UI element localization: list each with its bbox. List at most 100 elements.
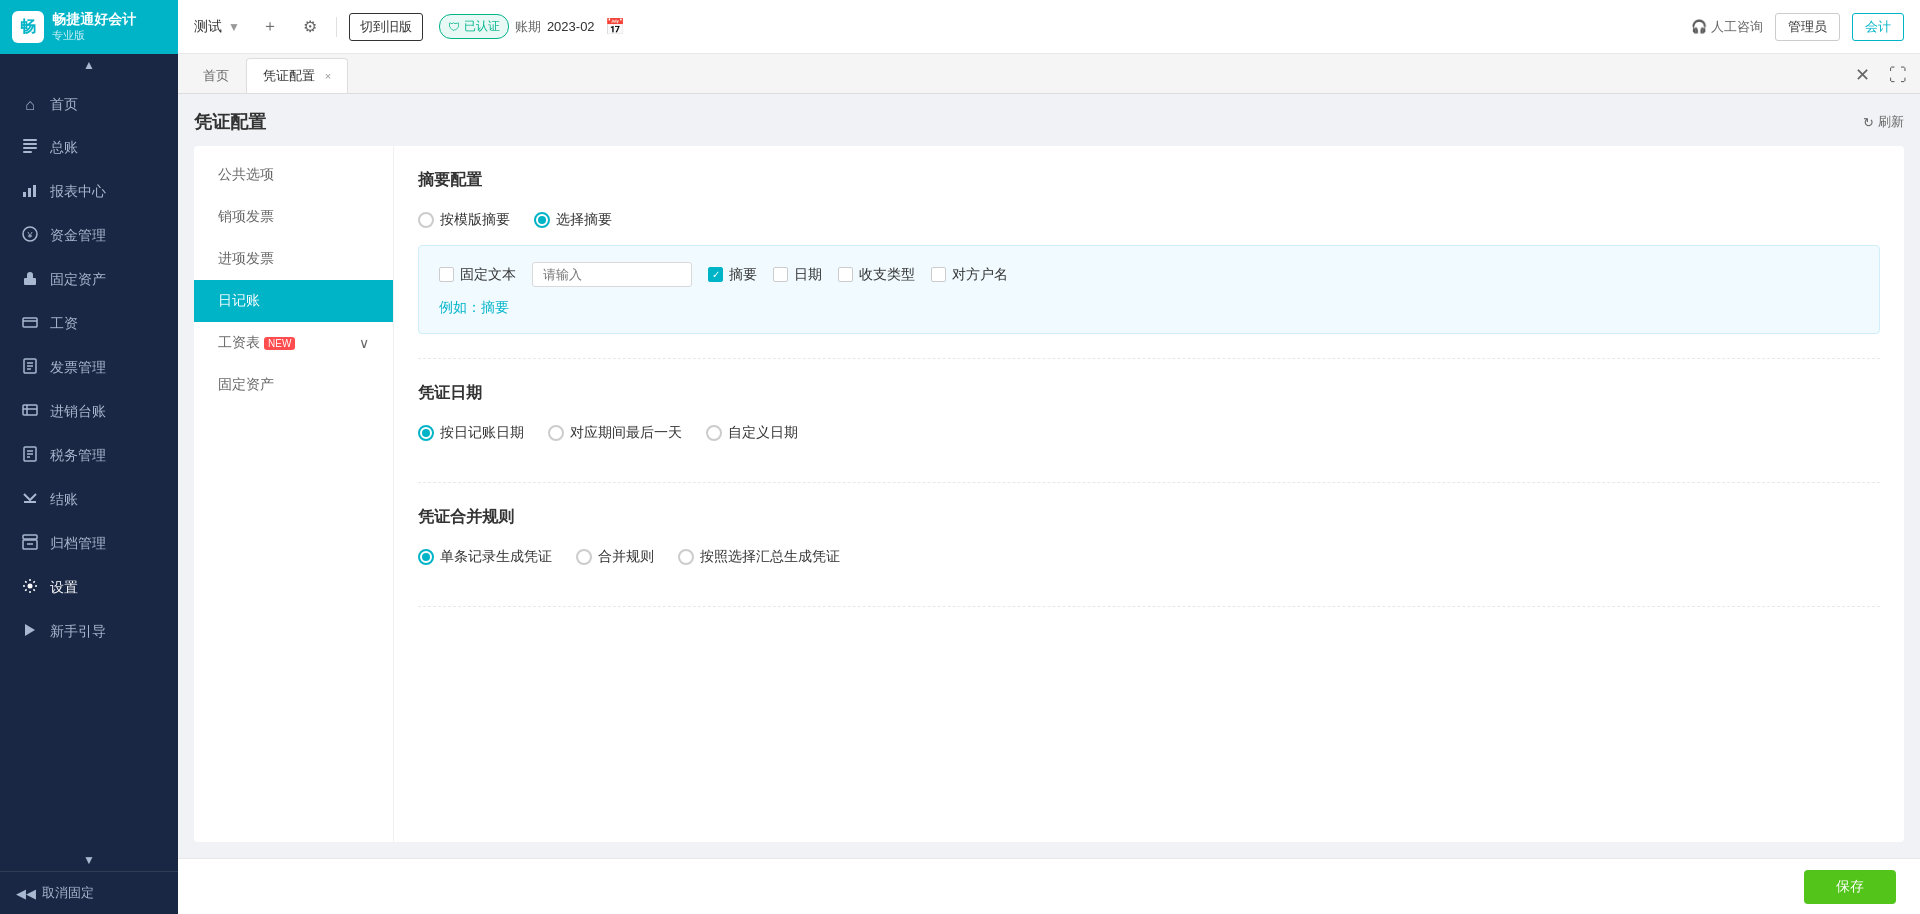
salary-icon: [20, 314, 40, 334]
sidebar-item-archive[interactable]: 归档管理: [0, 522, 178, 566]
left-nav-label-public: 公共选项: [218, 166, 274, 182]
refresh-label: 刷新: [1878, 113, 1904, 131]
sidebar-scroll-up[interactable]: ▲: [0, 54, 178, 76]
svg-rect-0: [23, 139, 37, 141]
tab-home[interactable]: 首页: [186, 58, 246, 93]
company-selector[interactable]: 测试 ▼: [194, 18, 240, 36]
radio-last-day[interactable]: 对应期间最后一天: [548, 424, 682, 442]
sidebar-item-report[interactable]: 报表中心: [0, 170, 178, 214]
radio-custom-date-circle: [706, 425, 722, 441]
newguide-icon: [20, 622, 40, 642]
tab-voucher-config[interactable]: 凭证配置 ×: [246, 58, 348, 93]
sidebar-item-purchasesales[interactable]: 进销台账: [0, 390, 178, 434]
svg-text:¥: ¥: [26, 230, 33, 240]
left-nav-label-fixedasset: 固定资产: [218, 376, 274, 392]
checkbox-summary[interactable]: ✓ 摘要: [708, 266, 757, 284]
topbar-divider-1: [336, 17, 337, 37]
topbar: 测试 ▼ ＋ ⚙ 切到旧版 🛡 已认证 账期 2023-02 📅 🎧 人工咨询 …: [178, 0, 1920, 54]
page-body: 公共选项 销项发票 进项发票 日记账 工资表NEW ∨: [194, 146, 1904, 842]
logo-text-block: 畅捷通好会计 专业版: [52, 11, 136, 43]
checkbox-counterparty-box: [931, 267, 946, 282]
left-nav-item-public[interactable]: 公共选项: [194, 154, 393, 196]
tab-close-icon[interactable]: ×: [325, 70, 331, 82]
sidebar-item-invoice[interactable]: 发票管理: [0, 346, 178, 390]
sidebar-item-ledger[interactable]: 总账: [0, 126, 178, 170]
merge-rules-radio-group: 单条记录生成凭证 合并规则 按照选择汇总生成凭证: [418, 548, 1880, 566]
sidebar-item-salary[interactable]: 工资: [0, 302, 178, 346]
left-nav-item-purchaseinvoice[interactable]: 进项发票: [194, 238, 393, 280]
checkbox-date-label: 日期: [794, 266, 822, 284]
admin-btn[interactable]: 管理员: [1775, 13, 1840, 41]
section-summary-config: 摘要配置 按模版摘要 选择摘要: [418, 170, 1880, 359]
switch-old-btn[interactable]: 切到旧版: [349, 13, 423, 41]
radio-by-diary-circle: [418, 425, 434, 441]
svg-rect-3: [23, 151, 32, 153]
checkbox-fixed-text[interactable]: 固定文本: [439, 266, 516, 284]
svg-rect-6: [33, 185, 36, 197]
accountant-btn[interactable]: 会计: [1852, 13, 1904, 41]
sidebar-item-fund[interactable]: ¥ 资金管理: [0, 214, 178, 258]
sidebar-item-newguide[interactable]: 新手引导: [0, 610, 178, 654]
sidebar-item-close[interactable]: 结账: [0, 478, 178, 522]
radio-by-diary-date[interactable]: 按日记账日期: [418, 424, 524, 442]
radio-aggregate-circle: [678, 549, 694, 565]
settings-btn[interactable]: ⚙: [296, 13, 324, 41]
radio-template-label: 按模版摘要: [440, 211, 510, 229]
sidebar-item-settings[interactable]: 设置: [0, 566, 178, 610]
fixed-text-input[interactable]: [532, 262, 692, 287]
checkbox-counterparty[interactable]: 对方户名: [931, 266, 1008, 284]
radio-merge-rule[interactable]: 合并规则: [576, 548, 654, 566]
logo-char: 畅: [20, 17, 36, 38]
add-btn[interactable]: ＋: [256, 13, 284, 41]
sidebar-item-label-fund: 资金管理: [50, 227, 106, 245]
checkbox-payment-type-box: [838, 267, 853, 282]
svg-rect-10: [23, 318, 37, 327]
left-nav-item-payroll[interactable]: 工资表NEW ∨: [194, 322, 393, 364]
sidebar-item-fixedasset[interactable]: 固定资产: [0, 258, 178, 302]
headset-icon: 🎧: [1691, 19, 1707, 34]
sidebar-scroll-down[interactable]: ▼: [0, 849, 178, 871]
refresh-btn[interactable]: ↻ 刷新: [1863, 113, 1904, 131]
sidebar-item-home[interactable]: ⌂ 首页: [0, 84, 178, 126]
radio-template-summary[interactable]: 按模版摘要: [418, 211, 510, 229]
topbar-right: 🎧 人工咨询 管理员 会计: [1691, 13, 1904, 41]
consult-label: 人工咨询: [1711, 18, 1763, 36]
sidebar-item-label-report: 报表中心: [50, 183, 106, 201]
report-icon: [20, 182, 40, 202]
tab-voucher-config-label: 凭证配置: [263, 68, 315, 83]
radio-aggregate[interactable]: 按照选择汇总生成凭证: [678, 548, 840, 566]
save-btn[interactable]: 保存: [1804, 870, 1896, 904]
checkbox-payment-type[interactable]: 收支类型: [838, 266, 915, 284]
left-nav-item-fixedasset[interactable]: 固定资产: [194, 364, 393, 406]
sidebar-item-tax[interactable]: 税务管理: [0, 434, 178, 478]
summary-radio-group: 按模版摘要 选择摘要: [418, 211, 1880, 229]
page-content: 凭证配置 ↻ 刷新 公共选项 销项发票 进项发票: [178, 94, 1920, 858]
invoice-icon: [20, 358, 40, 378]
radio-custom-date[interactable]: 自定义日期: [706, 424, 798, 442]
period-value: 2023-02: [547, 19, 595, 34]
radio-single-record[interactable]: 单条记录生成凭证: [418, 548, 552, 566]
consult-btn[interactable]: 🎧 人工咨询: [1691, 18, 1763, 36]
sidebar-item-label-fixedasset: 固定资产: [50, 271, 106, 289]
sidebar-pin-toggle[interactable]: ◀◀ 取消固定: [0, 871, 178, 914]
page-title: 凭证配置: [194, 110, 266, 134]
example-row: 例如：摘要: [439, 299, 1859, 317]
tab-expand-btn[interactable]: ⛶: [1884, 61, 1912, 89]
tabbar-actions: ✕ ⛶: [1848, 61, 1912, 93]
checkbox-date[interactable]: 日期: [773, 266, 822, 284]
sidebar-item-label-ledger: 总账: [50, 139, 78, 157]
new-badge: NEW: [264, 337, 295, 350]
calendar-icon[interactable]: 📅: [601, 13, 629, 41]
left-nav-item-salesinvoice[interactable]: 销项发票: [194, 196, 393, 238]
summary-config-title: 摘要配置: [418, 170, 1880, 191]
section-merge-rules: 凭证合并规则 单条记录生成凭证 合并规则: [418, 483, 1880, 607]
example-text: 例如：摘要: [439, 299, 509, 315]
tabbar: 首页 凭证配置 × ✕ ⛶: [178, 54, 1920, 94]
tab-close-btn[interactable]: ✕: [1848, 61, 1876, 89]
radio-select-summary[interactable]: 选择摘要: [534, 211, 612, 229]
topbar-status: 🛡 已认证 账期 2023-02 📅: [439, 13, 629, 41]
app-edition: 专业版: [52, 28, 136, 43]
sidebar-item-label-settings: 设置: [50, 579, 78, 597]
checkbox-fixed-text-label: 固定文本: [460, 266, 516, 284]
left-nav-item-diary[interactable]: 日记账: [194, 280, 393, 322]
